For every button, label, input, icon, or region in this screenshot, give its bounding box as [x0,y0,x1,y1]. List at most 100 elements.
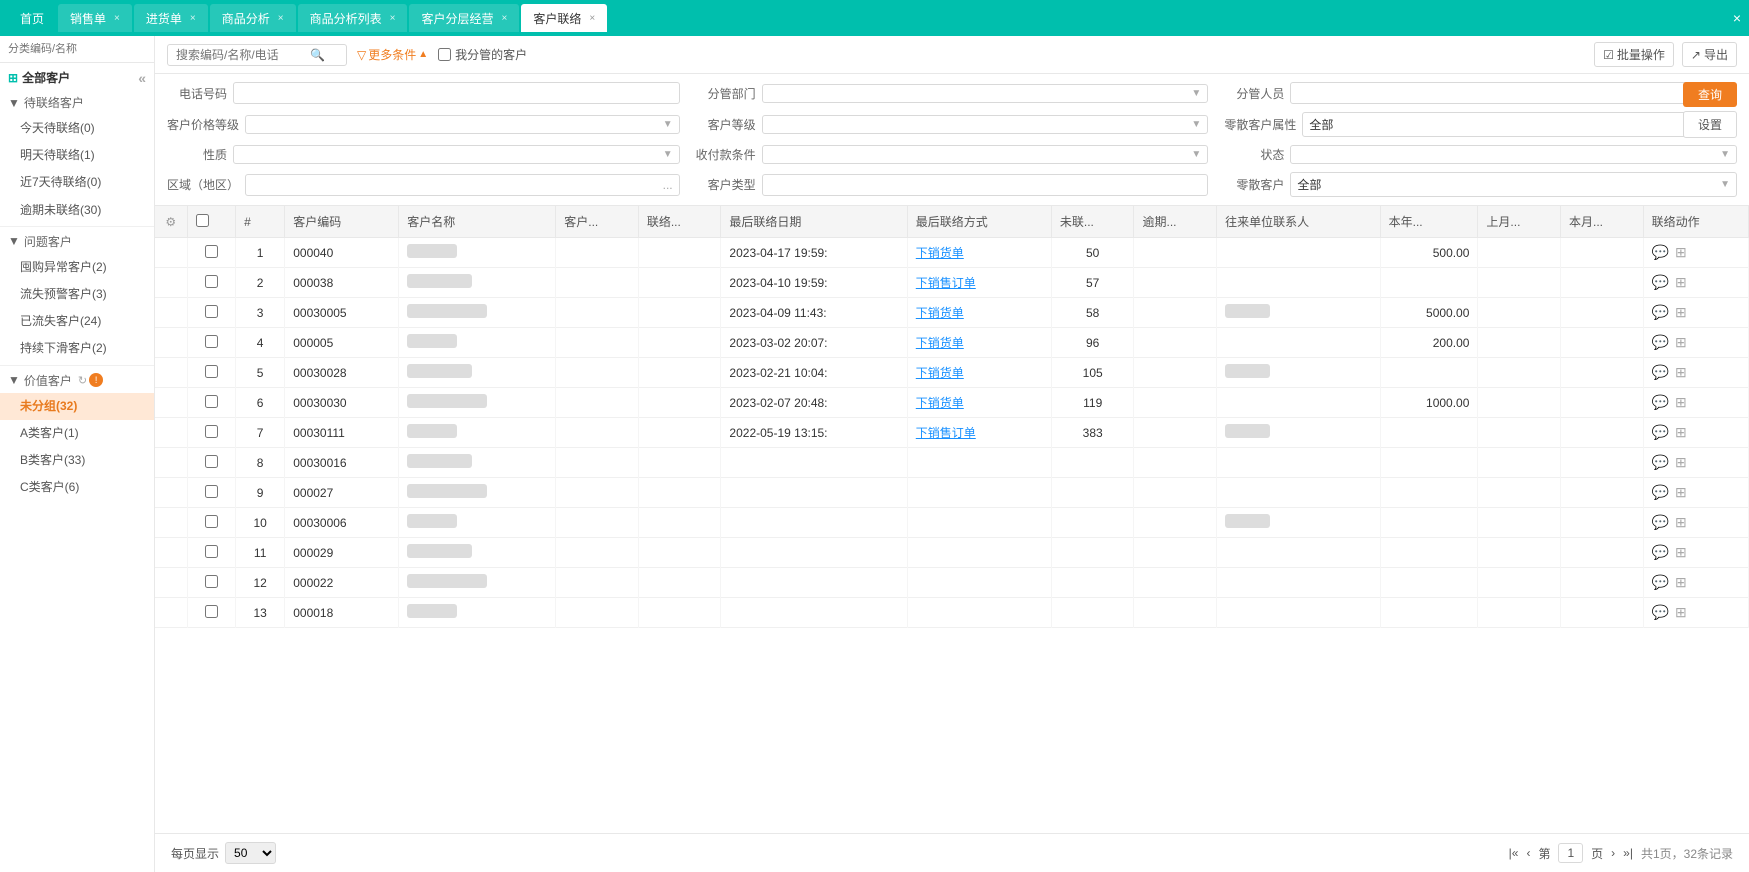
my-customers-checkbox[interactable]: 我分管的客户 [438,46,527,63]
message-icon[interactable]: 💬 [1652,274,1669,291]
filter-phone-input[interactable] [233,82,680,104]
grid-action-icon[interactable]: ⊞ [1675,274,1687,291]
message-icon[interactable]: 💬 [1652,574,1669,591]
message-icon[interactable]: 💬 [1652,484,1669,501]
last-way-link[interactable]: 下销货单 [916,336,964,350]
row-checkbox[interactable] [205,245,218,258]
grid-action-icon[interactable]: ⊞ [1675,364,1687,381]
reset-button[interactable]: 设置 [1683,111,1737,138]
grid-action-icon[interactable]: ⊞ [1675,244,1687,261]
last-way-link[interactable]: 下销货单 [916,366,964,380]
sidebar-item-declining[interactable]: 持续下滑客户(2) [0,335,154,362]
group-value-customers[interactable]: ▼ 价值客户 ↻ ! [0,368,154,393]
message-icon[interactable]: 💬 [1652,604,1669,621]
group-pending-contact[interactable]: ▼ 待联络客户 [0,90,154,115]
prev-page-button[interactable]: ‹ [1526,846,1530,860]
message-icon[interactable]: 💬 [1652,394,1669,411]
message-icon[interactable]: 💬 [1652,334,1669,351]
row-checkbox[interactable] [205,515,218,528]
tab-product-analysis[interactable]: 商品分析 × [210,4,296,32]
sidebar-item-class-b[interactable]: B类客户(33) [0,447,154,474]
row-checkbox[interactable] [205,275,218,288]
all-customers-header[interactable]: ⊞ 全部客户 « [0,63,154,90]
row-checkbox[interactable] [205,545,218,558]
grid-action-icon[interactable]: ⊞ [1675,574,1687,591]
filter-manager-input[interactable] [1290,82,1721,104]
sidebar-item-class-a[interactable]: A类客户(1) [0,420,154,447]
tab-purchase-close[interactable]: × [190,13,196,24]
sidebar-item-today[interactable]: 今天待联络(0) [0,115,154,142]
filter-nature-select[interactable]: ▼ [233,145,680,164]
search-input[interactable] [176,48,306,62]
message-icon[interactable]: 💬 [1652,544,1669,561]
close-all-button[interactable]: × [1733,10,1741,26]
tab-purchase[interactable]: 进货单 × [134,4,208,32]
tab-sales[interactable]: 销售单 × [58,4,132,32]
grid-action-icon[interactable]: ⊞ [1675,604,1687,621]
sidebar-item-7days[interactable]: 近7天待联络(0) [0,169,154,196]
next-page-button[interactable]: › [1611,846,1615,860]
last-page-button[interactable]: »| [1623,846,1633,860]
grid-action-icon[interactable]: ⊞ [1675,304,1687,321]
filter-retail-attr-select[interactable]: 全部 ▼ [1302,112,1737,137]
row-checkbox[interactable] [205,425,218,438]
row-checkbox[interactable] [205,575,218,588]
grid-action-icon[interactable]: ⊞ [1675,454,1687,471]
row-checkbox[interactable] [205,335,218,348]
message-icon[interactable]: 💬 [1652,244,1669,261]
search-icon[interactable]: 🔍 [310,48,325,62]
sidebar-item-class-c[interactable]: C类客户(6) [0,474,154,501]
tab-product-analysis-list[interactable]: 商品分析列表 × [298,4,408,32]
filter-region-dots[interactable]: ... [663,178,673,192]
filter-dept-select[interactable]: ▼ [762,84,1209,103]
refresh-icon[interactable]: ↻ [78,374,87,387]
grid-action-icon[interactable]: ⊞ [1675,514,1687,531]
row-checkbox[interactable] [205,605,218,618]
sidebar-item-abnormal[interactable]: 囤购异常客户(2) [0,254,154,281]
sidebar-item-ungrouped[interactable]: 未分组(32) [0,393,154,420]
row-checkbox[interactable] [205,305,218,318]
message-icon[interactable]: 💬 [1652,364,1669,381]
tab-customer-tier-close[interactable]: × [501,13,507,24]
sidebar-item-overdue[interactable]: 逾期未联络(30) [0,197,154,224]
last-way-link[interactable]: 下销售订单 [916,276,976,290]
message-icon[interactable]: 💬 [1652,424,1669,441]
sidebar-item-lost[interactable]: 已流失客户(24) [0,308,154,335]
row-checkbox[interactable] [205,485,218,498]
message-icon[interactable]: 💬 [1652,304,1669,321]
filter-region-select[interactable]: ... [245,174,680,196]
filter-customer-tier-select[interactable]: ▼ [762,115,1209,134]
tab-product-analysis-list-close[interactable]: × [390,13,396,24]
select-all-checkbox[interactable] [196,214,209,227]
filter-status-select[interactable]: ▼ [1290,145,1737,164]
sidebar-item-tomorrow[interactable]: 明天待联络(1) [0,142,154,169]
row-checkbox[interactable] [205,365,218,378]
grid-action-icon[interactable]: ⊞ [1675,394,1687,411]
last-way-link[interactable]: 下销货单 [916,396,964,410]
page-size-select[interactable]: 50 100 200 [225,842,276,864]
grid-action-icon[interactable]: ⊞ [1675,484,1687,501]
page-number[interactable]: 1 [1558,843,1583,863]
batch-operation-button[interactable]: ☑ 批量操作 [1594,42,1674,67]
grid-action-icon[interactable]: ⊞ [1675,424,1687,441]
last-way-link[interactable]: 下销货单 [916,306,964,320]
filter-price-tier-select[interactable]: ▼ [245,115,680,134]
filter-retail-customer-select[interactable]: 全部 ▼ [1290,172,1737,197]
last-way-link[interactable]: 下销售订单 [916,426,976,440]
last-way-link[interactable]: 下销货单 [916,246,964,260]
grid-action-icon[interactable]: ⊞ [1675,334,1687,351]
sidebar-search-input[interactable] [8,43,150,55]
col-settings[interactable]: ⚙ [155,206,187,238]
tab-product-analysis-close[interactable]: × [278,13,284,24]
filter-customer-type-input[interactable] [762,174,1209,196]
row-checkbox[interactable] [205,455,218,468]
filter-payment-select[interactable]: ▼ [762,145,1209,164]
more-conditions-button[interactable]: ▽ 更多条件 ▲ [357,46,428,63]
first-page-button[interactable]: |« [1509,846,1519,860]
group-problem-customers[interactable]: ▼ 问题客户 [0,229,154,254]
tab-sales-close[interactable]: × [114,13,120,24]
tab-customer-contact-close[interactable]: × [589,13,595,24]
settings-gear-icon[interactable]: ⚙ [165,215,176,229]
tab-home[interactable]: 首页 [8,4,56,32]
export-button[interactable]: ↗ 导出 [1682,42,1737,67]
